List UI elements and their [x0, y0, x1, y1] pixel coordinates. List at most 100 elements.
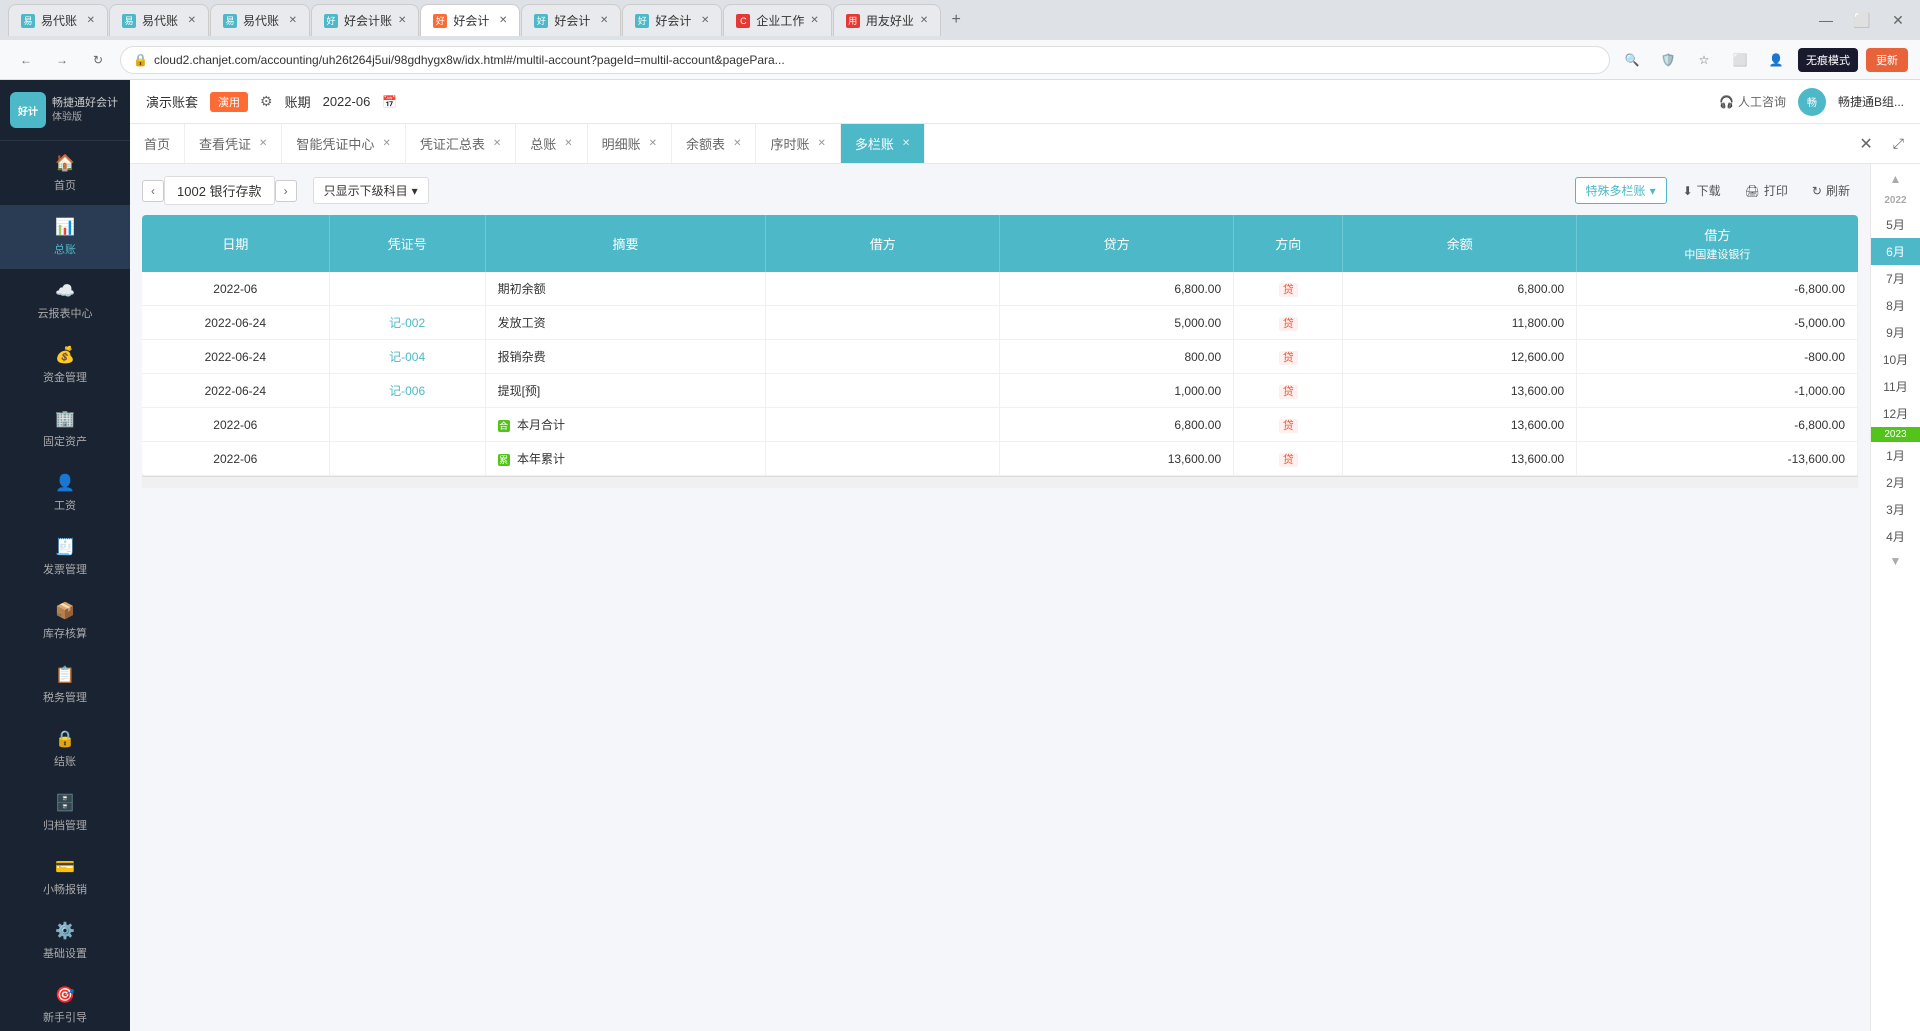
update-button[interactable]: 更新 — [1866, 48, 1908, 72]
tab-haohuiji-5[interactable]: 好 好会计 ✕ — [420, 4, 520, 36]
user-account-icon[interactable]: 👤 — [1762, 46, 1790, 74]
url-input[interactable]: 🔒 cloud2.chanjet.com/accounting/uh26t264… — [120, 46, 1610, 74]
tab-close-balance[interactable]: ✕ — [733, 138, 741, 149]
settings-gear-icon[interactable]: ⚙ — [260, 93, 273, 110]
calendar-month-october[interactable]: 10月 — [1871, 346, 1920, 373]
refresh-button[interactable]: ↻ 刷新 — [1804, 178, 1858, 203]
tab-close-2[interactable]: ✕ — [188, 15, 196, 26]
sidebar-item-guide[interactable]: 🎯 新手引导 — [0, 973, 130, 1031]
tab-haohuiji-7[interactable]: 好 好会计 ✕ — [622, 4, 722, 36]
tab-seq-ledger[interactable]: 序时账 ✕ — [756, 124, 840, 164]
refresh-button[interactable]: ↻ — [84, 46, 112, 74]
cell-balance: 13,600.00 — [1343, 442, 1577, 476]
calendar-month-september[interactable]: 9月 — [1871, 319, 1920, 346]
calendar-month-may[interactable]: 5月 — [1871, 211, 1920, 238]
horizontal-scrollbar[interactable] — [142, 476, 1858, 488]
tab-yidaizhang-2[interactable]: 易 易代账 ✕ — [109, 4, 209, 36]
tab-close-voucher[interactable]: ✕ — [259, 138, 267, 149]
sidebar-item-tax[interactable]: 📋 税务管理 — [0, 653, 130, 717]
sidebar-item-cloud-report[interactable]: ☁️ 云报表中心 — [0, 269, 130, 333]
calendar-month-june[interactable]: 6月 — [1871, 238, 1920, 265]
tax-icon: 📋 — [55, 665, 75, 685]
calendar-month-august[interactable]: 8月 — [1871, 292, 1920, 319]
tab-yonyou-9[interactable]: 用 用友好业 ✕ — [833, 4, 941, 36]
tab-close-7[interactable]: ✕ — [701, 15, 709, 26]
incognito-button[interactable]: 无痕模式 — [1798, 48, 1858, 72]
table-row: 2022-06-24 记-002 发放工资 5,000.00 贷 11,800.… — [142, 306, 1858, 340]
user-avatar[interactable]: 畅 — [1798, 88, 1826, 116]
prev-account-button[interactable]: ‹ — [142, 180, 164, 202]
tab-close-6[interactable]: ✕ — [600, 15, 608, 26]
sidebar-item-ledger[interactable]: 📊 总账 — [0, 205, 130, 269]
tab-close-9[interactable]: ✕ — [920, 15, 928, 26]
calendar-month-mar-2023[interactable]: 3月 — [1871, 496, 1920, 523]
calendar-month-december[interactable]: 12月 — [1871, 400, 1920, 427]
tab-balance[interactable]: 余额表 ✕ — [672, 124, 756, 164]
voucher-link[interactable]: 记-004 — [389, 350, 425, 364]
sidebar-item-invoice[interactable]: 🧾 发票管理 — [0, 525, 130, 589]
tab-detail-ledger[interactable]: 明细账 ✕ — [588, 124, 672, 164]
sidebar-item-close-accounts[interactable]: 🔒 结账 — [0, 717, 130, 781]
sidebar-item-expense[interactable]: 💳 小畅报销 — [0, 845, 130, 909]
new-tab-button[interactable]: + — [942, 6, 970, 34]
multi-col-button[interactable]: 特殊多栏账 ▾ — [1575, 177, 1667, 204]
tab-haohuiji-6[interactable]: 好 好会计 ✕ — [521, 4, 621, 36]
sidebar-item-settings[interactable]: ⚙️ 基础设置 — [0, 909, 130, 973]
download-button[interactable]: ⬇ 下载 — [1675, 178, 1729, 203]
tab-enterprise-8[interactable]: C 企业工作 ✕ — [723, 4, 831, 36]
tab-close-seq-ledger[interactable]: ✕ — [817, 138, 825, 149]
sidebar-item-fixed-asset[interactable]: 🏢 固定资产 — [0, 397, 130, 461]
tab-close-detail-ledger[interactable]: ✕ — [649, 138, 657, 149]
tab-home[interactable]: 首页 — [130, 124, 185, 164]
expand-panel-button[interactable]: ⤢ — [1885, 135, 1912, 152]
tab-close-5[interactable]: ✕ — [499, 15, 507, 26]
tab-close-voucher-summary[interactable]: ✕ — [493, 138, 501, 149]
sidebar-item-inventory[interactable]: 📦 库存核算 — [0, 589, 130, 653]
sidebar-item-home[interactable]: 🏠 首页 — [0, 141, 130, 205]
calendar-month-jan-2023[interactable]: 1月 — [1871, 442, 1920, 469]
tab-voucher-summary[interactable]: 凭证汇总表 ✕ — [406, 124, 516, 164]
tab-close-4[interactable]: ✕ — [398, 15, 406, 26]
tab-general-ledger[interactable]: 总账 ✕ — [516, 124, 587, 164]
tab-close-multi-col[interactable]: ✕ — [902, 138, 910, 149]
calendar-month-feb-2023[interactable]: 2月 — [1871, 469, 1920, 496]
forward-button[interactable]: → — [48, 46, 76, 74]
calendar-month-apr-2023[interactable]: 4月 — [1871, 523, 1920, 550]
close-button[interactable]: ✕ — [1884, 6, 1912, 34]
voucher-link[interactable]: 记-002 — [389, 316, 425, 330]
search-icon[interactable]: 🔍 — [1618, 46, 1646, 74]
tab-multi-col[interactable]: 多栏账 ✕ — [841, 124, 925, 164]
calendar-scroll-up[interactable]: ▲ — [1886, 168, 1906, 190]
tab-haohuiji-4[interactable]: 好 好会计账 ✕ — [311, 4, 419, 36]
tab-yidaizhang-1[interactable]: 易 易代账 ✕ — [8, 4, 108, 36]
tab-close-smart[interactable]: ✕ — [382, 138, 390, 149]
voucher-link[interactable]: 记-006 — [389, 384, 425, 398]
sidebar-item-fund[interactable]: 💰 资金管理 — [0, 333, 130, 397]
tab-close-1[interactable]: ✕ — [87, 15, 95, 26]
tab-smart-voucher[interactable]: 智能凭证中心 ✕ — [282, 124, 405, 164]
cell-debit — [766, 340, 1000, 374]
tab-yidaizhang-3[interactable]: 易 易代账 ✕ — [210, 4, 310, 36]
sidebar-item-archive[interactable]: 🗄️ 归档管理 — [0, 781, 130, 845]
tab-close-3[interactable]: ✕ — [289, 15, 297, 26]
demo-badge[interactable]: 演用 — [210, 92, 248, 112]
calendar-icon[interactable]: 📅 — [382, 95, 397, 109]
minimize-button[interactable]: — — [1812, 6, 1840, 34]
extension-icon[interactable]: ⬜ — [1726, 46, 1754, 74]
close-panel-button[interactable]: ✕ — [1851, 134, 1880, 154]
consultant-button[interactable]: 🎧 人工咨询 — [1719, 93, 1786, 110]
star-icon[interactable]: ☆ — [1690, 46, 1718, 74]
calendar-month-november[interactable]: 11月 — [1871, 373, 1920, 400]
calendar-month-july[interactable]: 7月 — [1871, 265, 1920, 292]
print-button[interactable]: 🖨 打印 — [1737, 178, 1796, 203]
tab-close-8[interactable]: ✕ — [810, 15, 818, 26]
sidebar-item-salary[interactable]: 👤 工资 — [0, 461, 130, 525]
back-button[interactable]: ← — [12, 46, 40, 74]
tab-close-general-ledger[interactable]: ✕ — [564, 138, 572, 149]
next-account-button[interactable]: › — [275, 180, 297, 202]
tab-voucher[interactable]: 查看凭证 ✕ — [185, 124, 282, 164]
maximize-button[interactable]: ⬜ — [1848, 6, 1876, 34]
book-name-label: 演示账套 — [146, 92, 198, 111]
subject-filter[interactable]: 只显示下级科目 ▾ — [313, 177, 429, 204]
calendar-scroll-down[interactable]: ▼ — [1886, 550, 1906, 572]
